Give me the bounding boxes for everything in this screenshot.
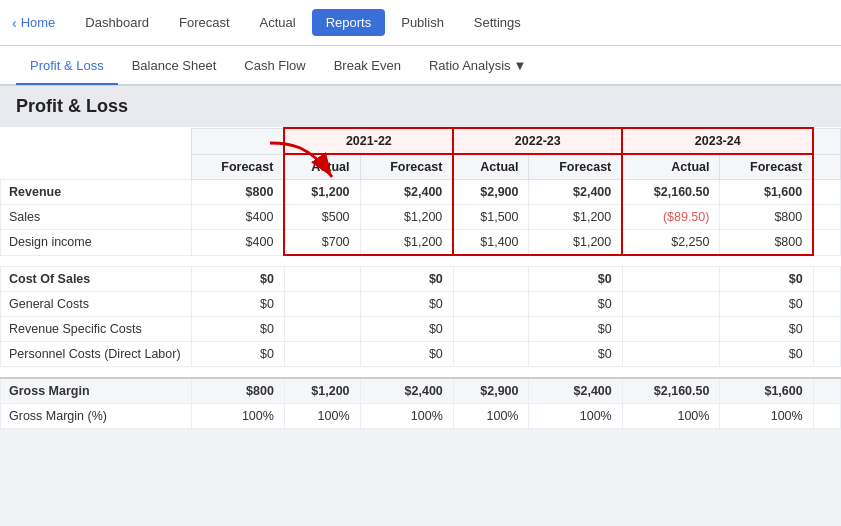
chevron-down-icon: ▼ (514, 58, 527, 73)
table-row: Sales $400 $500 $1,200 $1,500 $1,200 ($8… (1, 205, 841, 230)
col-forecast-6: Forecast (720, 154, 813, 180)
table-row: Personnel Costs (Direct Labor) $0 $0 $0 … (1, 342, 841, 367)
profit-loss-table: 2021-22 2022-23 2023-24 Forecast Actual … (0, 127, 841, 429)
tab-reports[interactable]: Reports (312, 9, 386, 36)
year-header-2022: 2022-23 (453, 128, 622, 154)
table-row-gross-margin-pct: Gross Margin (%) 100% 100% 100% 100% 100… (1, 404, 841, 429)
table-row: Design income $400 $700 $1,200 $1,400 $1… (1, 230, 841, 256)
tab-dashboard[interactable]: Dashboard (71, 9, 163, 36)
back-label: Home (21, 15, 56, 30)
tab-actual[interactable]: Actual (246, 9, 310, 36)
nav-tabs: Dashboard Forecast Actual Reports Publis… (71, 9, 534, 36)
top-navigation: ‹ Home Dashboard Forecast Actual Reports… (0, 0, 841, 46)
row-label-personnel-costs: Personnel Costs (Direct Labor) (1, 342, 192, 367)
col-forecast-2: Forecast (360, 154, 453, 180)
sub-tab-balance-sheet[interactable]: Balance Sheet (118, 48, 231, 85)
row-label-cost-of-sales: Cost Of Sales (1, 267, 192, 292)
row-label-gross-margin-pct: Gross Margin (%) (1, 404, 192, 429)
sub-tab-profit-loss[interactable]: Profit & Loss (16, 48, 118, 85)
row-label-revenue: Revenue (1, 180, 192, 205)
col-forecast-0: Forecast (191, 154, 284, 180)
col-actual-1: Actual (284, 154, 360, 180)
row-label-revenue-specific: Revenue Specific Costs (1, 317, 192, 342)
year-header-2021: 2021-22 (284, 128, 453, 154)
row-label-general-costs: General Costs (1, 292, 192, 317)
table-row: Revenue Specific Costs $0 $0 $0 $0 (1, 317, 841, 342)
col-forecast-7 (813, 154, 840, 180)
spacer-row (1, 367, 841, 379)
spacer-row (1, 255, 841, 267)
col-actual-5: Actual (622, 154, 720, 180)
table-row: Cost Of Sales $0 $0 $0 $0 (1, 267, 841, 292)
col-forecast-4: Forecast (529, 154, 622, 180)
page-title-bar: Profit & Loss (0, 86, 841, 127)
data-table-wrapper: 2021-22 2022-23 2023-24 Forecast Actual … (0, 127, 841, 429)
table-row-gross-margin: Gross Margin $800 $1,200 $2,400 $2,900 $… (1, 378, 841, 404)
table-container: 2021-22 2022-23 2023-24 Forecast Actual … (0, 127, 841, 429)
back-arrow-icon: ‹ (12, 15, 17, 31)
back-link[interactable]: ‹ Home (12, 15, 55, 31)
tab-forecast[interactable]: Forecast (165, 9, 244, 36)
tab-publish[interactable]: Publish (387, 9, 458, 36)
row-label-design-income: Design income (1, 230, 192, 256)
sub-navigation: Profit & Loss Balance Sheet Cash Flow Br… (0, 46, 841, 86)
year-header-2023: 2023-24 (622, 128, 813, 154)
row-label-gross-margin: Gross Margin (1, 378, 192, 404)
row-label-sales: Sales (1, 205, 192, 230)
col-actual-3: Actual (453, 154, 529, 180)
tab-settings[interactable]: Settings (460, 9, 535, 36)
sub-tab-ratio-analysis[interactable]: Ratio Analysis ▼ (415, 48, 541, 85)
table-row: General Costs $0 $0 $0 $0 (1, 292, 841, 317)
sub-tab-break-even[interactable]: Break Even (320, 48, 415, 85)
main-content: 2021-22 2022-23 2023-24 Forecast Actual … (0, 127, 841, 429)
page-title: Profit & Loss (16, 96, 825, 117)
table-row: Revenue $800 $1,200 $2,400 $2,900 $2,400… (1, 180, 841, 205)
sub-tab-cash-flow[interactable]: Cash Flow (230, 48, 319, 85)
